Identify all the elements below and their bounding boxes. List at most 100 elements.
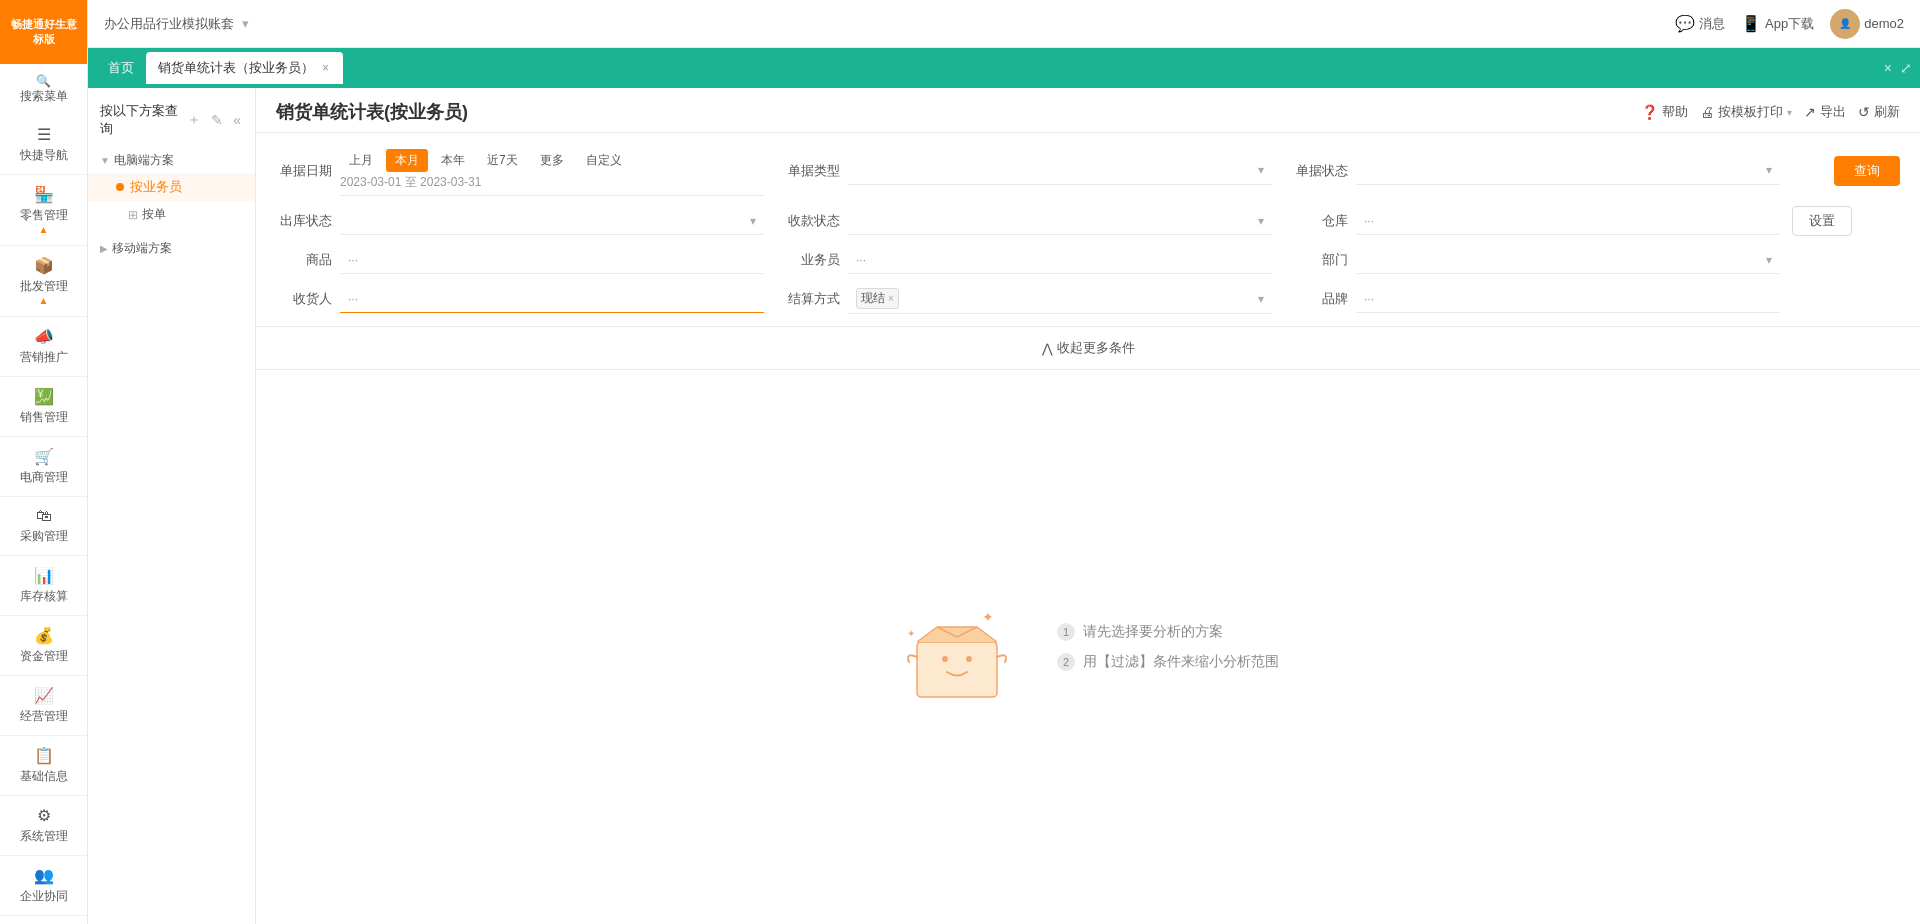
settlement-tag-close[interactable]: × — [888, 293, 894, 304]
user-profile[interactable]: 👤 demo2 — [1830, 9, 1904, 39]
scheme-item-salesperson-label: 按业务员 — [130, 178, 182, 196]
sidebar-logo: 畅捷通好生意 标版 — [0, 0, 88, 64]
sidebar-item-wholesale[interactable]: 📦 批发管理 ▲ — [0, 246, 87, 317]
sidebar-item-ecommerce[interactable]: 🛒 电商管理 — [0, 437, 87, 497]
export-icon: ↗ — [1804, 104, 1816, 120]
filter-status-item: 单据状态 ▾ — [1292, 157, 1780, 185]
collapse-scheme-btn[interactable]: « — [231, 110, 243, 130]
warehouse-label: 仓库 — [1292, 212, 1348, 230]
brand-control[interactable]: ··· — [1356, 285, 1780, 313]
sidebar-item-inventory[interactable]: 📊 库存核算 — [0, 556, 87, 616]
settings-button[interactable]: 设置 — [1792, 206, 1852, 236]
query-button[interactable]: 查询 — [1834, 156, 1900, 186]
tab-home[interactable]: 首页 — [96, 52, 146, 84]
consignee-dots: ··· — [348, 292, 358, 306]
status-dropdown-icon: ▾ — [1766, 163, 1772, 177]
scheme-item-order-label: 按单 — [142, 206, 166, 223]
goods-dots: ··· — [348, 253, 358, 267]
purchase-icon: 🛍 — [36, 507, 52, 525]
filter-form: 单据日期 上月 本月 本年 近7天 更多 自定义 2023-03-01 至 20… — [256, 133, 1920, 327]
close-window-btn[interactable]: × — [1884, 60, 1892, 76]
sidebar-item-corp[interactable]: 👥 企业协同 — [0, 856, 87, 916]
page-actions: ❓ 帮助 🖨 按模板打印 ▾ ↗ 导出 ↺ 刷新 — [1641, 103, 1900, 121]
print-btn[interactable]: 🖨 按模板打印 ▾ — [1700, 103, 1792, 121]
filter-type-item: 单据类型 ▾ — [784, 157, 1272, 185]
receivestatus-control[interactable]: ▾ — [848, 207, 1272, 235]
warehouse-control[interactable]: ··· — [1356, 207, 1780, 235]
goods-label: 商品 — [276, 251, 332, 269]
goods-control[interactable]: ··· — [340, 246, 764, 274]
add-scheme-btn[interactable]: ＋ — [185, 109, 203, 131]
help-btn[interactable]: ❓ 帮助 — [1641, 103, 1688, 121]
system-icon: ⚙ — [37, 806, 51, 825]
sidebar-item-marketing[interactable]: 📣 营销推广 — [0, 317, 87, 377]
date-btn-thismonth[interactable]: 本月 — [386, 149, 428, 172]
sidebar-item-sales[interactable]: 💹 销售管理 — [0, 377, 87, 437]
message-btn[interactable]: 💬 消息 — [1675, 14, 1725, 33]
scheme-group-desktop-header[interactable]: ▼ 电脑端方案 — [88, 148, 255, 173]
salesperson-control[interactable]: ··· — [848, 246, 1272, 274]
scheme-item-salesperson[interactable]: 按业务员 — [88, 173, 255, 201]
tab-bar: 首页 销货单统计表（按业务员） × × ⤢ — [88, 48, 1920, 88]
scheme-item-order[interactable]: ⊞ 按单 — [88, 201, 255, 228]
retail-icon: 🏪 — [34, 185, 54, 204]
consignee-control[interactable]: ··· — [340, 285, 764, 313]
type-dropdown-icon: ▾ — [1258, 163, 1264, 177]
date-btn-7days[interactable]: 近7天 — [478, 149, 527, 172]
settlement-control[interactable]: 现结 × ▾ — [848, 284, 1272, 314]
filter-outstatus-item: 出库状态 ▾ — [276, 207, 764, 235]
date-btn-more[interactable]: 更多 — [531, 149, 573, 172]
sidebar-item-operation[interactable]: 📈 经营管理 — [0, 676, 87, 736]
brand-dots: ··· — [1364, 292, 1374, 306]
sidebar-item-purchase[interactable]: 🛍 采购管理 — [0, 497, 87, 556]
maximize-window-btn[interactable]: ⤢ — [1900, 60, 1912, 76]
message-icon: 💬 — [1675, 14, 1695, 33]
tab-close-btn[interactable]: × — [320, 59, 331, 77]
status-control[interactable]: ▾ — [1356, 157, 1780, 185]
scheme-group-mobile-header[interactable]: ▶ 移动端方案 — [88, 236, 255, 261]
empty-tips: 1 请先选择要分析的方案 2 用【过滤】条件来缩小分析范围 — [1057, 623, 1279, 671]
filter-brand-item: 品牌 ··· — [1292, 285, 1780, 313]
sales-tab-label: 销货单统计表（按业务员） — [158, 59, 314, 77]
home-tab-label: 首页 — [108, 59, 134, 77]
main-area: 办公用品行业模拟账套 ▾ 💬 消息 📱 App下载 👤 demo2 首页 — [88, 0, 1920, 924]
refresh-icon: ↺ — [1858, 104, 1870, 120]
refresh-btn[interactable]: ↺ 刷新 — [1858, 103, 1900, 121]
date-btn-lastmonth[interactable]: 上月 — [340, 149, 382, 172]
sidebar-item-guide[interactable]: 🎯 新手引导 — [0, 916, 87, 924]
export-btn[interactable]: ↗ 导出 — [1804, 103, 1846, 121]
marketing-icon: 📣 — [34, 327, 54, 346]
dropdown-arrow[interactable]: ▾ — [242, 16, 249, 31]
svg-text:✦: ✦ — [982, 609, 994, 625]
sidebar-item-retail[interactable]: 🏪 零售管理 ▲ — [0, 175, 87, 246]
empty-state: ✦ ✦ 1 请先选择要分析的方案 2 用【过滤】条件来缩小分析范围 — [256, 370, 1920, 924]
edit-scheme-btn[interactable]: ✎ — [209, 110, 225, 130]
app-download-btn[interactable]: 📱 App下载 — [1741, 14, 1814, 33]
brand-label: 品牌 — [1292, 290, 1348, 308]
dept-control[interactable]: ▾ — [1356, 246, 1780, 274]
grid-icon: ⊞ — [128, 208, 138, 222]
consignee-label: 收货人 — [276, 290, 332, 308]
collapse-btn[interactable]: ⋀ 收起更多条件 — [1030, 335, 1147, 361]
sales-icon: 💹 — [34, 387, 54, 406]
ecommerce-icon: 🛒 — [34, 447, 54, 466]
sidebar-item-search[interactable]: 🔍 搜索菜单 — [0, 64, 87, 115]
topbar-right: 💬 消息 📱 App下载 👤 demo2 — [1675, 9, 1904, 39]
scheme-title: 按以下方案查询 — [100, 102, 179, 138]
help-icon: ❓ — [1641, 104, 1658, 120]
type-control[interactable]: ▾ — [848, 157, 1272, 185]
sidebar-item-quicknav[interactable]: ☰ 快捷导航 — [0, 115, 87, 175]
sidebar-item-system[interactable]: ⚙ 系统管理 — [0, 796, 87, 856]
filter-receivestatus-item: 收款状态 ▾ — [784, 207, 1272, 235]
chevron-right-icon: ▶ — [100, 243, 108, 254]
filter-row-2: 出库状态 ▾ 收款状态 ▾ — [276, 206, 1900, 236]
salesperson-dots: ··· — [856, 253, 866, 267]
sidebar-item-base[interactable]: 📋 基础信息 — [0, 736, 87, 796]
sidebar-item-finance[interactable]: 💰 资金管理 — [0, 616, 87, 676]
tab-sales-stats[interactable]: 销货单统计表（按业务员） × — [146, 52, 343, 84]
date-btn-custom[interactable]: 自定义 — [577, 149, 631, 172]
outstatus-control[interactable]: ▾ — [340, 207, 764, 235]
status-label: 单据状态 — [1292, 162, 1348, 180]
empty-illustration: ✦ ✦ — [897, 587, 1017, 707]
date-btn-thisyear[interactable]: 本年 — [432, 149, 474, 172]
